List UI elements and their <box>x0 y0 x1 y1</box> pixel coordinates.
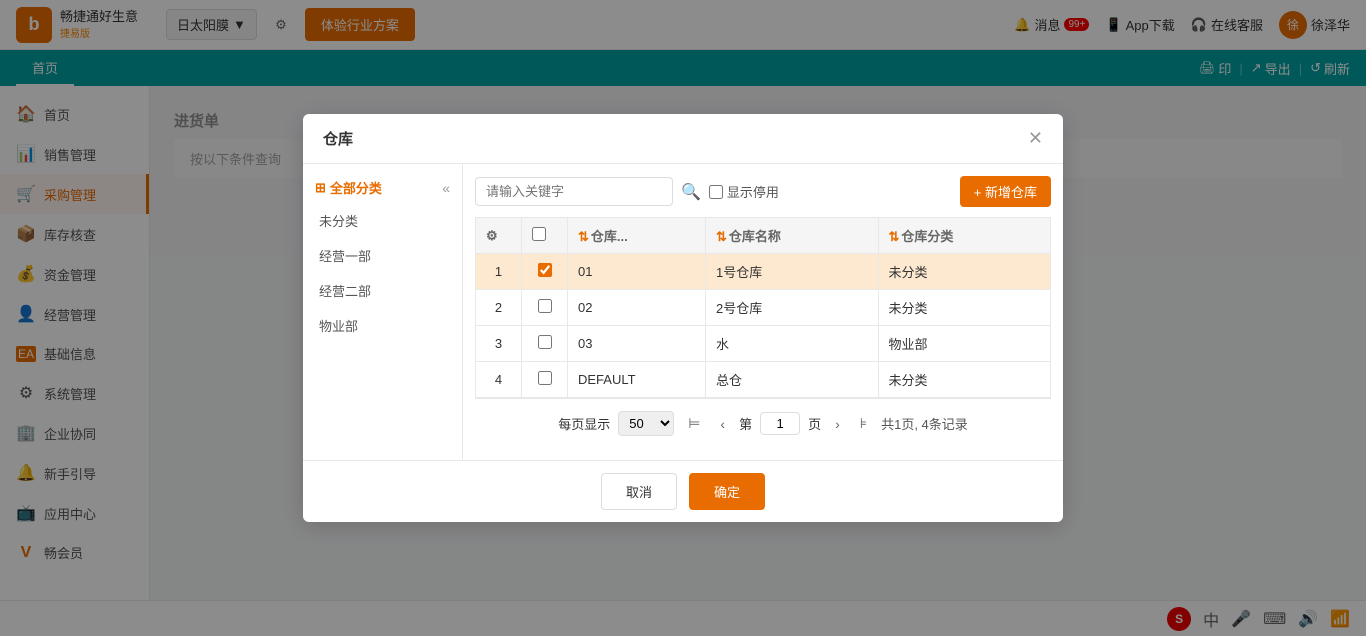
category-header: ⊞ 全部分类 « <box>303 172 462 203</box>
add-warehouse-button[interactable]: + 新增仓库 <box>960 176 1051 207</box>
collapse-button[interactable]: « <box>442 180 450 196</box>
row-check[interactable] <box>522 362 568 398</box>
row-category: 未分类 <box>878 290 1051 326</box>
all-category-button[interactable]: ⊞ 全部分类 <box>315 178 382 197</box>
sort-icon-name: ⇅ <box>716 229 727 244</box>
search-bar: 🔍 显示停用 + 新增仓库 <box>475 176 1051 207</box>
sort-icon-category: ⇅ <box>889 229 900 244</box>
next-page-button[interactable]: › <box>829 414 846 434</box>
row-num: 1 <box>476 254 522 290</box>
category-item-property[interactable]: 物业部 <box>303 308 462 343</box>
warehouse-modal: 仓库 ✕ ⊞ 全部分类 « 未分类 经营一部 经营二部 物业部 <box>303 114 1063 522</box>
row-name: 2号仓库 <box>706 290 879 326</box>
col-category: ⇅仓库分类 <box>878 218 1051 254</box>
row-check[interactable] <box>522 290 568 326</box>
grid-icon: ⊞ <box>315 180 326 196</box>
col-settings: ⚙ <box>476 218 522 254</box>
row-code: DEFAULT <box>568 362 706 398</box>
modal-title: 仓库 <box>323 128 353 149</box>
row-name: 1号仓库 <box>706 254 879 290</box>
row-code: 03 <box>568 326 706 362</box>
modal-close-button[interactable]: ✕ <box>1028 128 1043 149</box>
search-input[interactable] <box>475 177 673 206</box>
row-num: 2 <box>476 290 522 326</box>
row-name: 总仓 <box>706 362 879 398</box>
col-check <box>522 218 568 254</box>
col-code: ⇅仓库... <box>568 218 706 254</box>
page-size-label: 每页显示 <box>558 414 610 433</box>
page-label: 第 <box>739 414 752 433</box>
warehouse-table: ⚙ ⇅仓库... ⇅仓库名称 ⇅仓库分类 <box>475 217 1051 398</box>
confirm-button[interactable]: 确定 <box>689 473 765 510</box>
category-item-dept2[interactable]: 经营二部 <box>303 273 462 308</box>
row-category: 物业部 <box>878 326 1051 362</box>
table-row[interactable]: 2 02 2号仓库 未分类 <box>476 290 1051 326</box>
last-page-button[interactable]: ⊧ <box>854 413 873 434</box>
gear-icon: ⚙ <box>486 228 498 243</box>
col-name: ⇅仓库名称 <box>706 218 879 254</box>
category-panel: ⊞ 全部分类 « 未分类 经营一部 经营二部 物业部 <box>303 164 463 460</box>
category-item-unclassified[interactable]: 未分类 <box>303 203 462 238</box>
first-page-button[interactable]: ⊨ <box>682 413 706 434</box>
row-check[interactable] <box>522 326 568 362</box>
content-panel: 🔍 显示停用 + 新增仓库 ⚙ <box>463 164 1063 460</box>
modal-footer: 取消 确定 <box>303 460 1063 522</box>
table-row[interactable]: 3 03 水 物业部 <box>476 326 1051 362</box>
select-all-checkbox[interactable] <box>532 227 546 241</box>
row-num: 3 <box>476 326 522 362</box>
pagination: 每页显示 50 20 100 ⊨ ‹ 第 页 › ⊧ 共1页, 4条记录 <box>475 398 1051 448</box>
category-item-dept1[interactable]: 经营一部 <box>303 238 462 273</box>
page-number-input[interactable] <box>760 412 800 435</box>
search-icon[interactable]: 🔍 <box>681 182 701 202</box>
prev-page-button[interactable]: ‹ <box>714 414 731 434</box>
row-name: 水 <box>706 326 879 362</box>
page-size-select[interactable]: 50 20 100 <box>618 411 674 436</box>
page-unit: 页 <box>808 414 821 433</box>
modal-header: 仓库 ✕ <box>303 114 1063 164</box>
table-row[interactable]: 1 01 1号仓库 未分类 <box>476 254 1051 290</box>
total-info: 共1页, 4条记录 <box>881 414 968 433</box>
table-header-row: ⚙ ⇅仓库... ⇅仓库名称 ⇅仓库分类 <box>476 218 1051 254</box>
sort-icon: ⇅ <box>578 229 589 244</box>
modal-body: ⊞ 全部分类 « 未分类 经营一部 经营二部 物业部 🔍 <box>303 164 1063 460</box>
table-row[interactable]: 4 DEFAULT 总仓 未分类 <box>476 362 1051 398</box>
row-num: 4 <box>476 362 522 398</box>
table-container: ⚙ ⇅仓库... ⇅仓库名称 ⇅仓库分类 <box>475 217 1051 398</box>
modal-overlay: 仓库 ✕ ⊞ 全部分类 « 未分类 经营一部 经营二部 物业部 <box>0 0 1366 636</box>
show-disabled-checkbox[interactable]: 显示停用 <box>709 182 779 201</box>
row-category: 未分类 <box>878 254 1051 290</box>
row-code: 01 <box>568 254 706 290</box>
row-code: 02 <box>568 290 706 326</box>
cancel-button[interactable]: 取消 <box>601 473 677 510</box>
row-check[interactable] <box>522 254 568 290</box>
row-category: 未分类 <box>878 362 1051 398</box>
